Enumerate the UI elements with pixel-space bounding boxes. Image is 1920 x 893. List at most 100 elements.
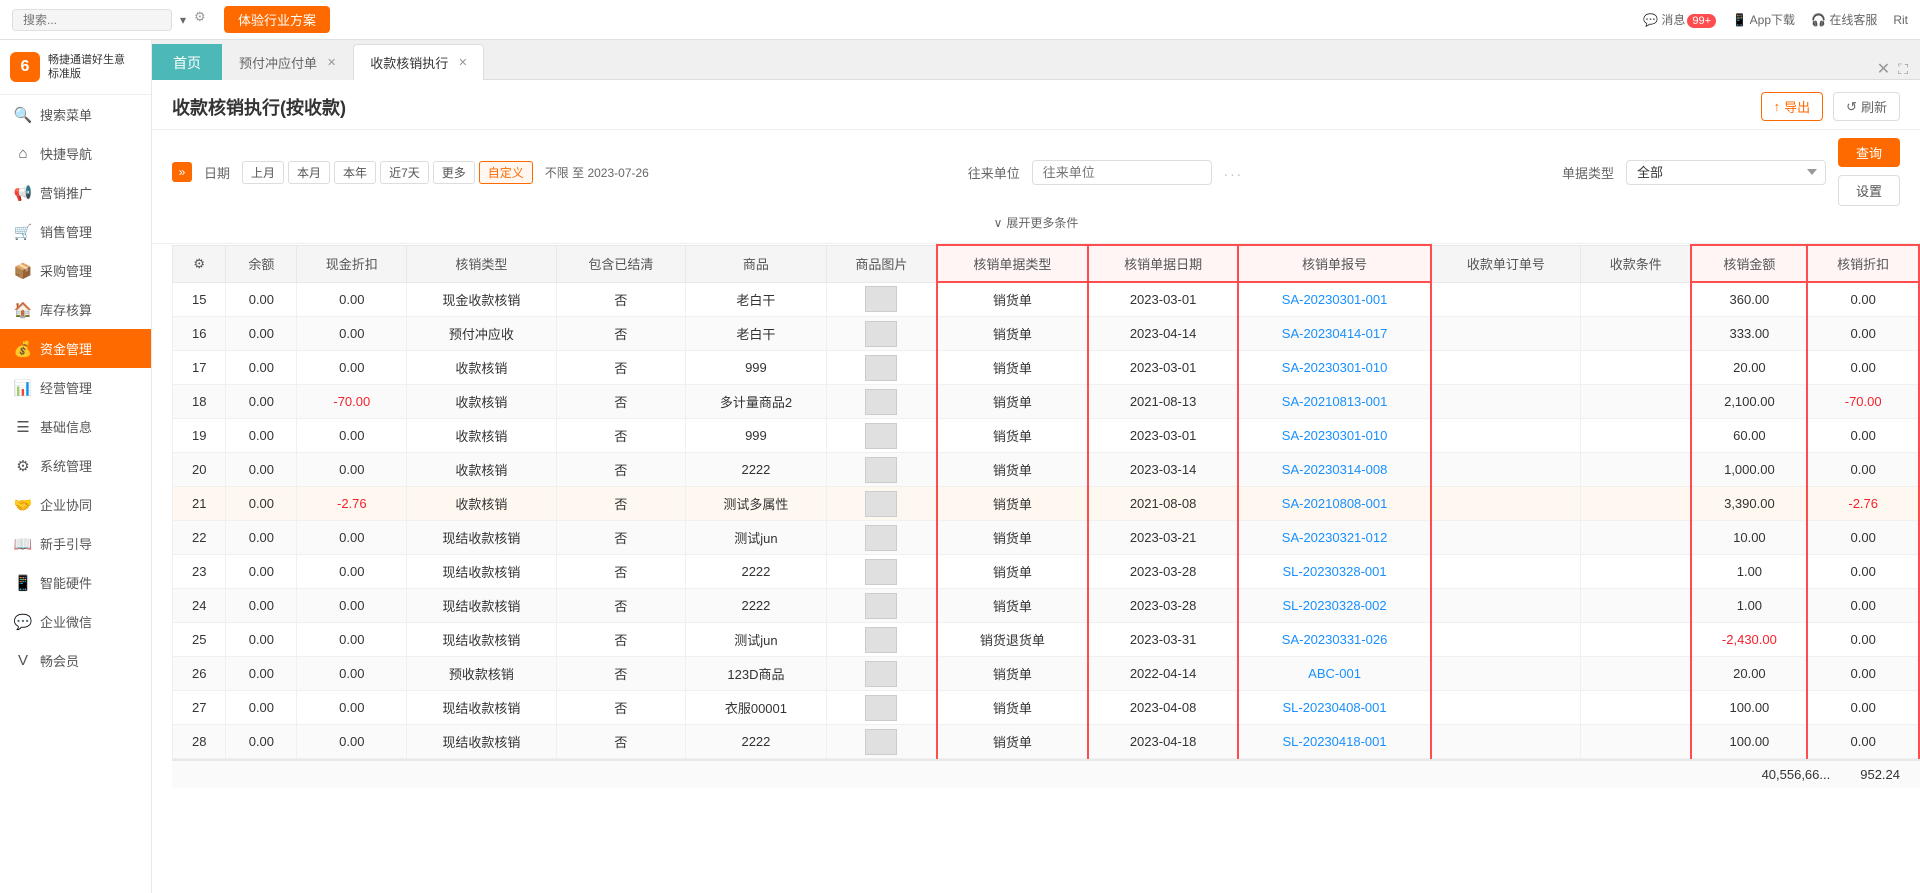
sidebar-item-inventory[interactable]: 🏠 库存核算 bbox=[0, 290, 151, 329]
row-writeoff-bill-date: 2023-04-14 bbox=[1088, 317, 1239, 351]
receipt-type-select[interactable]: 全部 bbox=[1626, 160, 1826, 185]
row-receipt-order-no bbox=[1431, 657, 1581, 691]
total-discount-label: 952.24 bbox=[1860, 767, 1900, 782]
industry-btn[interactable]: 体验行业方案 bbox=[224, 6, 330, 33]
page-header: 收款核销执行(按收款) ↑ 导出 ↺ 刷新 bbox=[152, 80, 1920, 130]
sidebar-item-wechat[interactable]: 💬 企业微信 bbox=[0, 602, 151, 641]
tab-prepay[interactable]: 预付冲应付单 ✕ bbox=[222, 44, 353, 80]
row-writeoff-type: 现结收款核销 bbox=[407, 589, 556, 623]
row-balance: 0.00 bbox=[226, 555, 297, 589]
table-area[interactable]: ⚙ 余额 现金折扣 核销类型 包含已结清 商品 商品图片 核销单据类型 核销单据… bbox=[152, 244, 1920, 893]
col-goods-image: 商品图片 bbox=[826, 245, 937, 282]
row-receipt-order-no bbox=[1431, 487, 1581, 521]
sidebar-item-member[interactable]: V 畅会员 bbox=[0, 641, 151, 680]
bill-no-link[interactable]: SL-20230408-001 bbox=[1283, 700, 1387, 715]
expand-more-btn[interactable]: ∨ 展开更多条件 bbox=[994, 214, 1079, 231]
bill-no-link[interactable]: SA-20210813-001 bbox=[1282, 394, 1388, 409]
bill-no-link[interactable]: SA-20230301-010 bbox=[1282, 360, 1388, 375]
bill-no-link[interactable]: ABC-001 bbox=[1308, 666, 1361, 681]
online-service[interactable]: 🎧 在线客服 bbox=[1811, 11, 1877, 28]
row-cash-discount: 0.00 bbox=[297, 351, 407, 385]
sidebar-item-corp[interactable]: 🤝 企业协同 bbox=[0, 485, 151, 524]
sidebar-item-finance[interactable]: 💰 资金管理 bbox=[0, 329, 151, 368]
row-writeoff-bill-no: SA-20230314-008 bbox=[1238, 453, 1430, 487]
bill-no-link[interactable]: SA-20230301-001 bbox=[1282, 292, 1388, 307]
date-btn-7days[interactable]: 近7天 bbox=[380, 161, 429, 184]
setting-button[interactable]: 设置 bbox=[1838, 175, 1900, 206]
sidebar-item-marketing[interactable]: 📢 营销推广 bbox=[0, 173, 151, 212]
date-buttons: 上月 本月 本年 近7天 更多 自定义 bbox=[242, 161, 533, 184]
row-writeoff-type: 收款核销 bbox=[407, 487, 556, 521]
message-icon[interactable]: 💬 消息99+ bbox=[1643, 11, 1716, 28]
date-btn-last-month[interactable]: 上月 bbox=[242, 161, 284, 184]
tab-receipt-writeoff[interactable]: 收款核销执行 ✕ bbox=[353, 44, 484, 80]
bill-no-link[interactable]: SA-20230301-010 bbox=[1282, 428, 1388, 443]
sidebar-item-purchase[interactable]: 📦 采购管理 bbox=[0, 251, 151, 290]
window-close-icon[interactable]: ✕ bbox=[1877, 59, 1890, 79]
export-button[interactable]: ↑ 导出 bbox=[1761, 92, 1824, 121]
bill-no-link[interactable]: SA-20230414-017 bbox=[1282, 326, 1388, 341]
row-writeoff-bill-type: 销货单 bbox=[937, 487, 1088, 521]
inventory-icon: 🏠 bbox=[14, 301, 32, 319]
col-receipt-order-no: 收款单订单号 bbox=[1431, 245, 1581, 282]
sidebar-item-sys[interactable]: ⚙ 系统管理 bbox=[0, 446, 151, 485]
date-btn-more[interactable]: 更多 bbox=[433, 161, 475, 184]
sidebar-item-biz[interactable]: 📊 经营管理 bbox=[0, 368, 151, 407]
row-writeoff-bill-date: 2023-03-31 bbox=[1088, 623, 1239, 657]
sidebar-item-sales[interactable]: 🛒 销售管理 bbox=[0, 212, 151, 251]
col-gear[interactable]: ⚙ bbox=[173, 245, 226, 282]
row-include-settled: 否 bbox=[556, 589, 686, 623]
bill-no-link[interactable]: SA-20230331-026 bbox=[1282, 632, 1388, 647]
bill-no-link[interactable]: SL-20230418-001 bbox=[1283, 734, 1387, 749]
sidebar-label-search: 搜索菜单 bbox=[40, 105, 92, 124]
window-maximize-icon[interactable]: ⛶ bbox=[1898, 61, 1908, 78]
tab-prepay-close[interactable]: ✕ bbox=[327, 56, 336, 69]
sidebar-label-finance: 资金管理 bbox=[40, 339, 92, 358]
bill-no-link[interactable]: SA-20230314-008 bbox=[1282, 462, 1388, 477]
filter-expand-arrow[interactable]: » bbox=[172, 162, 192, 182]
sidebar-item-search-menu[interactable]: 🔍 搜索菜单 bbox=[0, 95, 151, 134]
row-include-settled: 否 bbox=[556, 453, 686, 487]
dots-icon[interactable]: ... bbox=[1224, 163, 1243, 181]
dropdown-icon[interactable]: ▾ bbox=[180, 13, 186, 27]
from-to-input[interactable] bbox=[1032, 160, 1212, 185]
query-button[interactable]: 查询 bbox=[1838, 138, 1900, 167]
app-download[interactable]: 📱 App下载 bbox=[1732, 11, 1795, 28]
row-receipt-order-no bbox=[1431, 623, 1581, 657]
sidebar-item-quick-nav[interactable]: ⌂ 快捷导航 bbox=[0, 134, 151, 173]
bill-no-link[interactable]: SA-20210808-001 bbox=[1282, 496, 1388, 511]
row-goods: 2222 bbox=[686, 555, 827, 589]
row-balance: 0.00 bbox=[226, 385, 297, 419]
bill-no-link[interactable]: SL-20230328-002 bbox=[1283, 598, 1387, 613]
date-btn-custom[interactable]: 自定义 bbox=[479, 161, 533, 184]
row-goods-image bbox=[826, 282, 937, 317]
sidebar-item-beginner[interactable]: 📖 新手引导 bbox=[0, 524, 151, 563]
bill-no-link[interactable]: SA-20230321-012 bbox=[1282, 530, 1388, 545]
row-goods-image bbox=[826, 385, 937, 419]
sidebar-item-smarthw[interactable]: 📱 智能硬件 bbox=[0, 563, 151, 602]
search-input[interactable] bbox=[12, 9, 172, 31]
beginner-icon: 📖 bbox=[14, 535, 32, 553]
row-writeoff-type: 现结收款核销 bbox=[407, 725, 556, 759]
row-goods: 123D商品 bbox=[686, 657, 827, 691]
gear-icon[interactable]: ⚙ bbox=[194, 9, 216, 31]
row-include-settled: 否 bbox=[556, 555, 686, 589]
row-writeoff-amount: 20.00 bbox=[1691, 351, 1807, 385]
smarthw-icon: 📱 bbox=[14, 574, 32, 592]
tab-home[interactable]: 首页 bbox=[152, 44, 222, 80]
row-receipt-order-no bbox=[1431, 419, 1581, 453]
refresh-button[interactable]: ↺ 刷新 bbox=[1833, 92, 1900, 121]
row-writeoff-discount: -2.76 bbox=[1807, 487, 1919, 521]
bill-no-link[interactable]: SL-20230328-001 bbox=[1283, 564, 1387, 579]
tab-receipt-close[interactable]: ✕ bbox=[458, 56, 467, 69]
date-btn-this-year[interactable]: 本年 bbox=[334, 161, 376, 184]
sys-icon: ⚙ bbox=[14, 457, 32, 475]
sidebar-item-basic[interactable]: ☰ 基础信息 bbox=[0, 407, 151, 446]
finance-icon: 💰 bbox=[14, 340, 32, 358]
row-balance: 0.00 bbox=[226, 453, 297, 487]
date-btn-this-month[interactable]: 本月 bbox=[288, 161, 330, 184]
date-range: 不限 至 2023-07-26 bbox=[545, 164, 649, 181]
row-writeoff-amount: 333.00 bbox=[1691, 317, 1807, 351]
row-goods-image bbox=[826, 623, 937, 657]
row-receipt-condition bbox=[1581, 657, 1692, 691]
